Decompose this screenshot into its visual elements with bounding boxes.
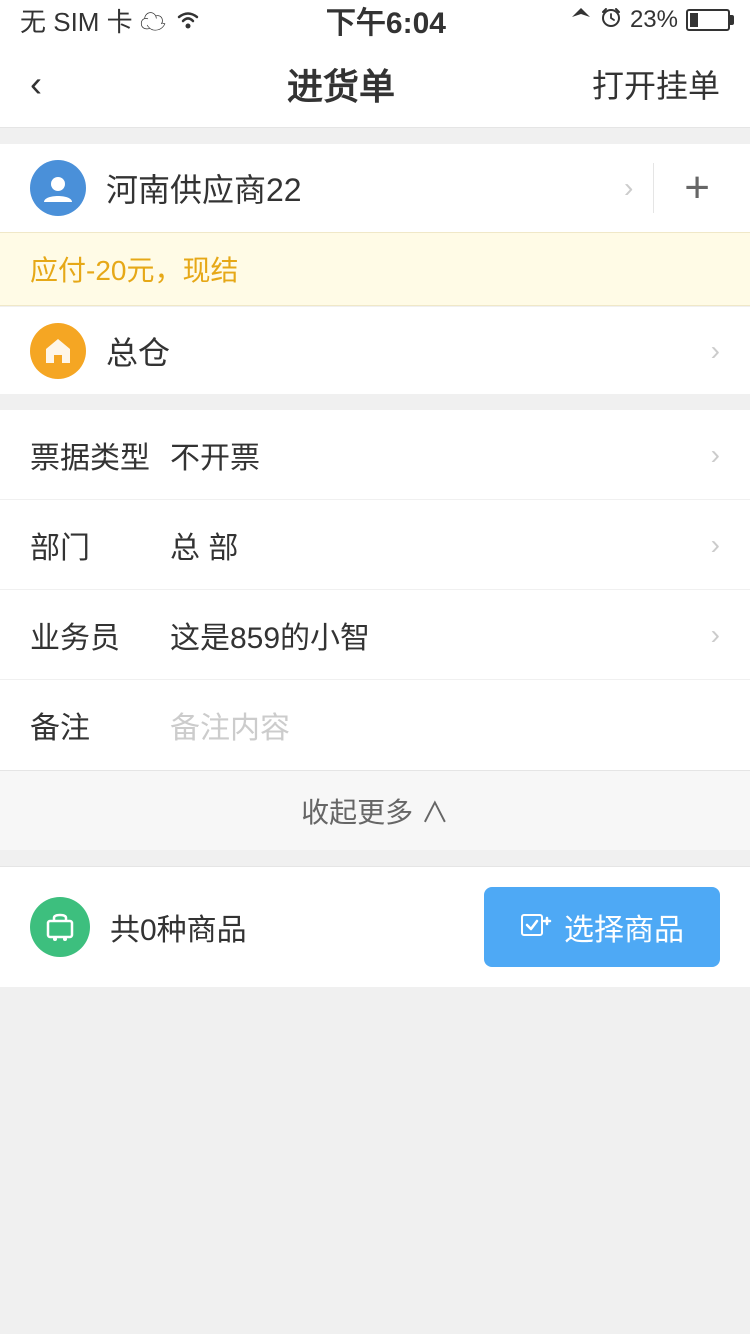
notice-text: 应付-20元，现结 [30, 255, 238, 286]
wifi-icon [174, 5, 202, 36]
cart-icon [42, 909, 78, 945]
supplier-card: 河南供应商22 › + 应付-20元，现结 总仓 › [0, 144, 750, 394]
remark-row[interactable]: 备注 备注内容 [0, 680, 750, 770]
product-info: 共0种商品 [30, 897, 247, 957]
page-title: 进货单 [287, 58, 395, 110]
sim-signal: 无 SIM 卡 ☁ [20, 2, 166, 39]
bottom-bar: 共0种商品 选择商品 [0, 866, 750, 987]
supplier-row[interactable]: 河南供应商22 › + [0, 144, 750, 232]
salesman-chevron-icon: › [711, 619, 720, 651]
salesman-row[interactable]: 业务员 这是859的小智 › [0, 590, 750, 680]
supplier-avatar [30, 160, 86, 216]
salesman-value: 这是859的小智 [170, 613, 701, 657]
collapse-row[interactable]: 收起更多 ∧ [0, 770, 750, 850]
warehouse-name: 总仓 [106, 328, 701, 374]
product-count-label: 共0种商品 [110, 905, 247, 949]
product-icon [30, 897, 90, 957]
section-divider-1 [0, 128, 750, 144]
dept-value: 总 部 [170, 523, 701, 567]
supplier-chevron-icon: › [624, 172, 633, 204]
open-pending-button[interactable]: 打开挂单 [592, 61, 720, 107]
select-product-icon [520, 913, 552, 941]
location-icon [570, 6, 592, 35]
alarm-icon [600, 6, 622, 35]
dept-label: 部门 [30, 523, 170, 567]
status-bar: 无 SIM 卡 ☁ 下午6:04 [0, 0, 750, 40]
add-supplier-button[interactable]: + [674, 163, 720, 213]
select-product-label: 选择商品 [564, 905, 684, 949]
vertical-divider [653, 163, 654, 213]
dept-row[interactable]: 部门 总 部 › [0, 500, 750, 590]
salesman-label: 业务员 [30, 613, 170, 657]
house-icon [42, 335, 74, 367]
status-left: 无 SIM 卡 ☁ [20, 2, 202, 39]
supplier-name: 河南供应商22 [106, 165, 614, 211]
remark-input[interactable]: 备注内容 [170, 703, 720, 747]
nav-bar: ‹ 进货单 打开挂单 [0, 40, 750, 128]
warehouse-icon [30, 323, 86, 379]
back-button[interactable]: ‹ [30, 63, 90, 105]
invoice-label: 票据类型 [30, 433, 170, 477]
warehouse-chevron-icon: › [711, 335, 720, 367]
status-right: 23% [570, 6, 730, 35]
person-icon [40, 170, 76, 206]
form-section: 票据类型 不开票 › 部门 总 部 › 业务员 这是859的小智 › 备注 备注… [0, 410, 750, 770]
collapse-label: 收起更多 ∧ [301, 791, 449, 831]
invoice-chevron-icon: › [711, 439, 720, 471]
warehouse-row[interactable]: 总仓 › [0, 306, 750, 394]
select-product-button[interactable]: 选择商品 [484, 887, 720, 967]
battery-icon [686, 9, 730, 31]
notice-banner: 应付-20元，现结 [0, 232, 750, 306]
page-container: 无 SIM 卡 ☁ 下午6:04 [0, 0, 750, 1334]
invoice-row[interactable]: 票据类型 不开票 › [0, 410, 750, 500]
invoice-value: 不开票 [170, 433, 701, 477]
remark-label: 备注 [30, 703, 170, 747]
dept-chevron-icon: › [711, 529, 720, 561]
battery-percentage: 23% [630, 6, 678, 34]
status-time: 下午6:04 [326, 0, 446, 42]
